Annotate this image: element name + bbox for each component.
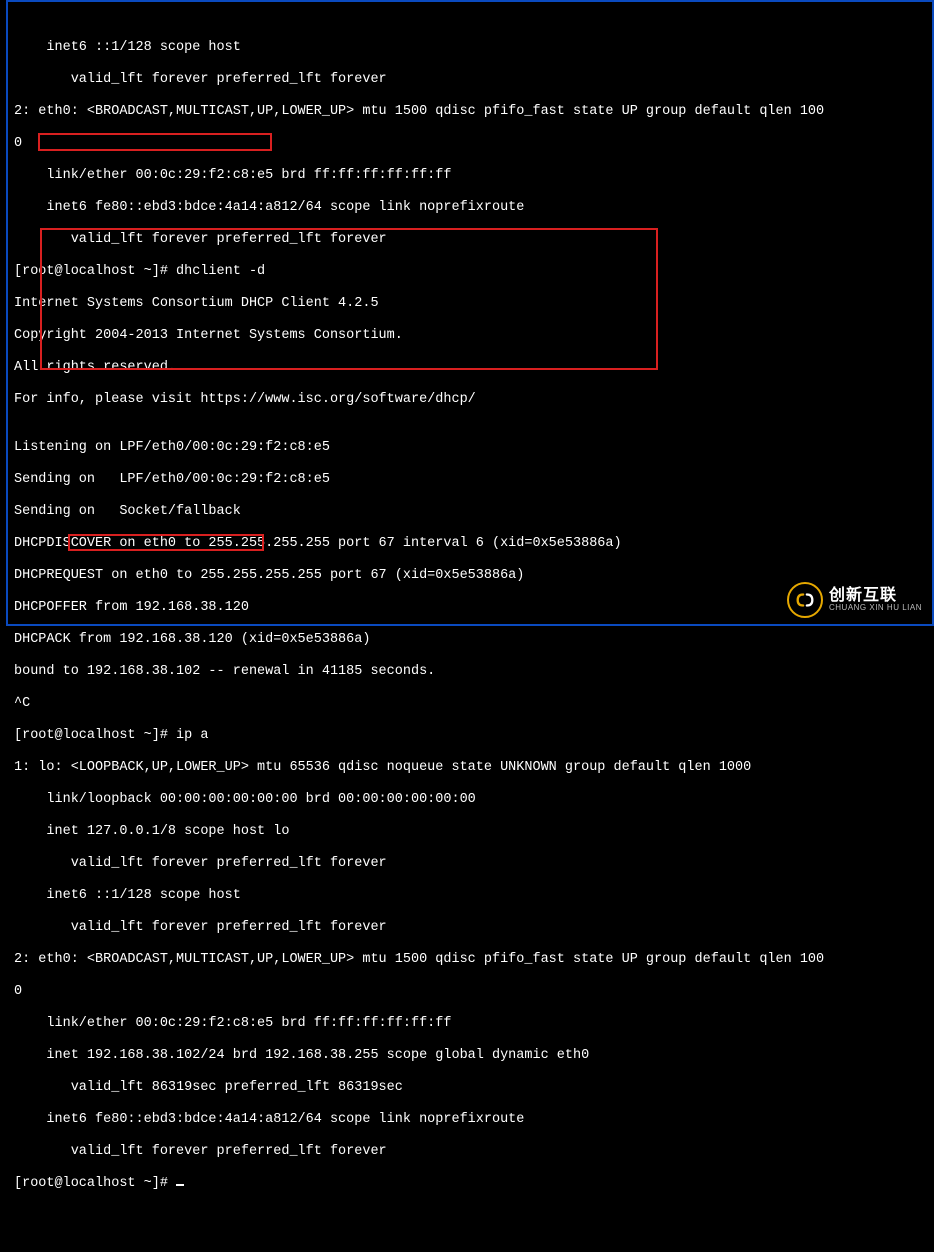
terminal-line: bound to 192.168.38.102 -- renewal in 41… xyxy=(14,664,926,680)
terminal-line: 2: eth0: <BROADCAST,MULTICAST,UP,LOWER_U… xyxy=(14,952,926,968)
terminal-command-ip-a: [root@localhost ~]# ip a xyxy=(14,728,926,744)
prompt-text: [root@localhost ~]# xyxy=(14,1176,176,1191)
terminal-line: valid_lft forever preferred_lft forever xyxy=(14,1144,926,1160)
terminal-line: Listening on LPF/eth0/00:0c:29:f2:c8:e5 xyxy=(14,440,926,456)
terminal-line: DHCPOFFER from 192.168.38.120 xyxy=(14,600,926,616)
terminal-line: For info, please visit https://www.isc.o… xyxy=(14,392,926,408)
terminal-line: inet 192.168.38.102/24 brd 192.168.38.25… xyxy=(14,1048,926,1064)
terminal-line: link/loopback 00:00:00:00:00:00 brd 00:0… xyxy=(14,792,926,808)
terminal-line: inet6 fe80::ebd3:bdce:4a14:a812/64 scope… xyxy=(14,200,926,216)
terminal-line: 0 xyxy=(14,136,926,152)
terminal-line: 0 xyxy=(14,984,926,1000)
terminal-line: inet6 fe80::ebd3:bdce:4a14:a812/64 scope… xyxy=(14,1112,926,1128)
terminal-line: link/ether 00:0c:29:f2:c8:e5 brd ff:ff:f… xyxy=(14,1016,926,1032)
terminal-line: Copyright 2004-2013 Internet Systems Con… xyxy=(14,328,926,344)
terminal-line: valid_lft 86319sec preferred_lft 86319se… xyxy=(14,1080,926,1096)
terminal-line: valid_lft forever preferred_lft forever xyxy=(14,920,926,936)
terminal-line: link/ether 00:0c:29:f2:c8:e5 brd ff:ff:f… xyxy=(14,168,926,184)
terminal-line: valid_lft forever preferred_lft forever xyxy=(14,856,926,872)
terminal-line: All rights reserved. xyxy=(14,360,926,376)
terminal-line: inet6 ::1/128 scope host xyxy=(14,888,926,904)
terminal-line: valid_lft forever preferred_lft forever xyxy=(14,72,926,88)
terminal-line: 1: lo: <LOOPBACK,UP,LOWER_UP> mtu 65536 … xyxy=(14,760,926,776)
terminal-line: Sending on Socket/fallback xyxy=(14,504,926,520)
terminal-line: inet6 ::1/128 scope host xyxy=(14,40,926,56)
terminal-window[interactable]: inet6 ::1/128 scope host valid_lft forev… xyxy=(6,0,934,626)
terminal-line: DHCPREQUEST on eth0 to 255.255.255.255 p… xyxy=(14,568,926,584)
terminal-line: 2: eth0: <BROADCAST,MULTICAST,UP,LOWER_U… xyxy=(14,104,926,120)
terminal-line: DHCPACK from 192.168.38.120 (xid=0x5e538… xyxy=(14,632,926,648)
terminal-line: ^C xyxy=(14,696,926,712)
terminal-line: Internet Systems Consortium DHCP Client … xyxy=(14,296,926,312)
terminal-line: inet 127.0.0.1/8 scope host lo xyxy=(14,824,926,840)
terminal-command-dhclient: [root@localhost ~]# dhclient -d xyxy=(14,264,926,280)
terminal-prompt[interactable]: [root@localhost ~]# xyxy=(14,1176,926,1192)
terminal-line: Sending on LPF/eth0/00:0c:29:f2:c8:e5 xyxy=(14,472,926,488)
terminal-line: valid_lft forever preferred_lft forever xyxy=(14,232,926,248)
cursor-icon xyxy=(176,1184,184,1186)
terminal-line: DHCPDISCOVER on eth0 to 255.255.255.255 … xyxy=(14,536,926,552)
